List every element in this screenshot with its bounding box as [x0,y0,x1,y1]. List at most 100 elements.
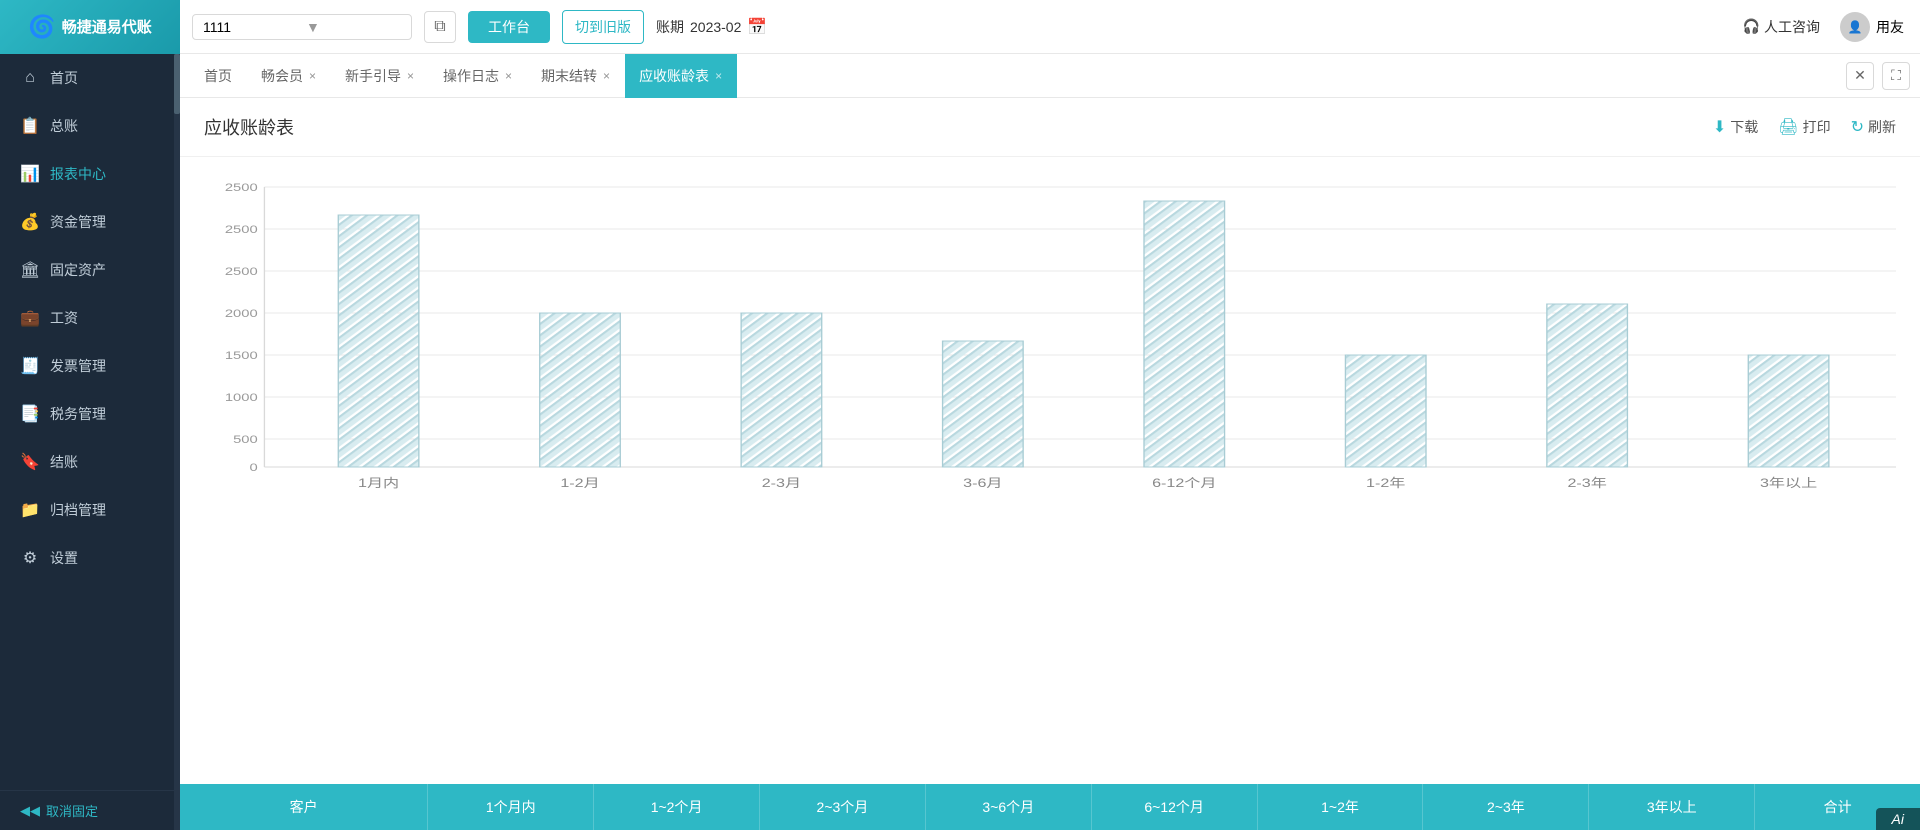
tab-actions: ✕ ⛶ [1846,62,1910,90]
tab-guide[interactable]: 新手引导 × [331,54,429,98]
home-icon: ⌂ [20,69,40,87]
period-info: 账期 2023-02 📅 [656,17,767,37]
chevron-down-icon: ▼ [306,19,401,35]
svg-text:0: 0 [249,461,257,474]
workbench-button[interactable]: 工作台 [468,11,550,43]
svg-text:6-12个月: 6-12个月 [1152,477,1216,491]
sidebar-item-label: 总账 [50,116,78,136]
tab-member[interactable]: 畅会员 × [247,54,331,98]
cancel-pin-label: 取消固定 [46,801,98,820]
col-2-3year: 2~3年 [1423,784,1589,830]
refresh-icon: ↻ [1851,117,1864,137]
svg-text:1-2年: 1-2年 [1366,477,1405,491]
svg-text:3-6月: 3-6月 [963,477,1002,491]
svg-text:1月内: 1月内 [358,477,399,491]
consult-label: 人工咨询 [1764,17,1820,37]
download-icon: ⬇ [1713,117,1726,137]
col-3year-plus: 3年以上 [1589,784,1755,830]
calendar-icon[interactable]: 📅 [747,17,767,37]
tab-period-close[interactable]: 期末结转 × [527,54,625,98]
sidebar: ⌂ 首页 📋 总账 📊 报表中心 💰 资金管理 🏛 固定资产 💼 工资 [0,54,180,830]
tab-label: 畅会员 [261,66,303,86]
sidebar-item-home[interactable]: ⌂ 首页 [0,54,180,102]
tab-ar-aging[interactable]: 应收账龄表 × [625,54,737,98]
tab-home[interactable]: 首页 [190,54,247,98]
switch-version-button[interactable]: 切到旧版 [562,10,644,44]
chart-icon: 📊 [20,164,40,184]
logo: 🌀 畅捷通易代账 [0,0,180,54]
tab-label: 新手引导 [345,66,401,86]
copy-button[interactable]: ⧉ [424,11,456,43]
chart-area: 2500 2500 2500 2000 1500 1000 500 0 [180,157,1920,784]
download-button[interactable]: ⬇ 下载 [1713,117,1758,137]
archive-icon: 📁 [20,500,40,520]
copy-icon: ⧉ [434,18,445,36]
page-header: 应收账龄表 ⬇ 下载 🖨 打印 ↻ 刷新 [180,98,1920,157]
print-button[interactable]: 🖨 打印 [1778,117,1830,137]
svg-text:2500: 2500 [225,265,258,278]
chart-container: 2500 2500 2500 2000 1500 1000 500 0 [204,177,1896,557]
tab-label: 期末结转 [541,66,597,86]
close-icon[interactable]: × [603,69,610,83]
period-label: 账期 [656,17,684,37]
refresh-label: 刷新 [1868,117,1896,137]
sidebar-item-label: 税务管理 [50,404,106,424]
invoice-icon: 🧾 [20,356,40,376]
svg-text:2-3月: 2-3月 [762,477,801,491]
cancel-pin-button[interactable]: ◀◀ 取消固定 [0,790,180,830]
company-name: 1111 [203,19,298,35]
col-customer: 客户 [180,784,428,830]
sidebar-item-label: 首页 [50,68,78,88]
sidebar-item-tax[interactable]: 📑 税务管理 [0,390,180,438]
logo-icon: 🌀 [28,14,55,40]
tab-label: 操作日志 [443,66,499,86]
col-1-2year: 1~2年 [1258,784,1424,830]
col-1-2month: 1~2个月 [594,784,760,830]
page-actions: ⬇ 下载 🖨 打印 ↻ 刷新 [1713,117,1896,137]
content-area: 首页 畅会员 × 新手引导 × 操作日志 × 期末结转 × [180,54,1920,830]
col-2-3month: 2~3个月 [760,784,926,830]
tab-bar: 首页 畅会员 × 新手引导 × 操作日志 × 期末结转 × [180,54,1920,98]
svg-text:2500: 2500 [225,181,258,194]
svg-text:2000: 2000 [225,307,258,320]
svg-text:1500: 1500 [225,349,258,362]
company-selector[interactable]: 1111 ▼ [192,14,412,40]
print-label: 打印 [1803,117,1831,137]
close-icon[interactable]: × [505,69,512,83]
col-6-12month: 6~12个月 [1092,784,1258,830]
sidebar-item-reports[interactable]: 📊 报表中心 [0,150,180,198]
sidebar-item-assets[interactable]: 🏛 固定资产 [0,246,180,294]
sidebar-item-label: 报表中心 [50,164,106,184]
avatar: 👤 [1840,12,1870,42]
page-content: 应收账龄表 ⬇ 下载 🖨 打印 ↻ 刷新 [180,98,1920,830]
sidebar-item-label: 结账 [50,452,78,472]
user-area[interactable]: 👤 用友 [1840,12,1904,42]
period-value: 2023-02 [690,19,741,35]
close-icon[interactable]: × [715,69,722,83]
sidebar-item-archive[interactable]: 📁 归档管理 [0,486,180,534]
sidebar-item-salary[interactable]: 💼 工资 [0,294,180,342]
table-header: 客户 1个月内 1~2个月 2~3个月 3~6个月 6~12个月 1~2年 2~… [180,784,1920,830]
sidebar-item-funds[interactable]: 💰 资金管理 [0,198,180,246]
consult-button[interactable]: 🎧 人工咨询 [1743,17,1820,37]
sidebar-item-invoice[interactable]: 🧾 发票管理 [0,342,180,390]
svg-text:2-3年: 2-3年 [1567,477,1606,491]
assets-icon: 🏛 [20,260,40,280]
sidebar-item-label: 资金管理 [50,212,106,232]
ledger-icon: 📋 [20,116,40,136]
svg-text:1-2月: 1-2月 [560,477,599,491]
ai-watermark: Ai [1876,808,1920,830]
sidebar-item-settings[interactable]: ⚙ 设置 [0,534,180,582]
salary-icon: 💼 [20,308,40,328]
svg-text:3年以上: 3年以上 [1760,477,1817,491]
sidebar-item-ledger[interactable]: 📋 总账 [0,102,180,150]
close-icon[interactable]: × [309,69,316,83]
tab-log[interactable]: 操作日志 × [429,54,527,98]
refresh-button[interactable]: ↻ 刷新 [1851,117,1896,137]
maximize-button[interactable]: ⛶ [1882,62,1910,90]
sidebar-item-checkout[interactable]: 🔖 结账 [0,438,180,486]
close-icon[interactable]: × [407,69,414,83]
svg-text:1000: 1000 [225,391,258,404]
user-name: 用友 [1876,17,1904,37]
close-tab-button[interactable]: ✕ [1846,62,1874,90]
